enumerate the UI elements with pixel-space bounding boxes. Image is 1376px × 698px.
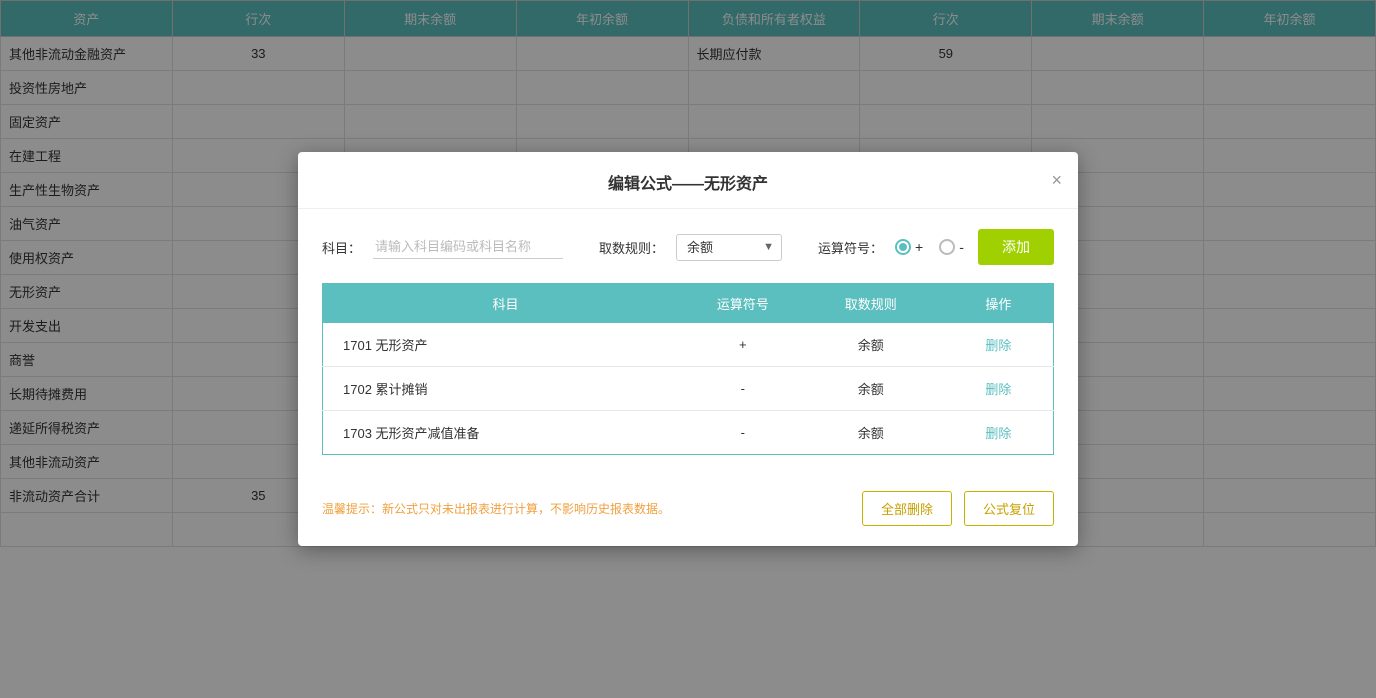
modal-overlay: 编辑公式——无形资产 × 科目： 取数规则： 余额借方发生额贷方发生额 ▼ 运算…	[0, 0, 1376, 698]
cell-operator: -	[688, 411, 798, 455]
cell-action: 删除	[944, 323, 1054, 367]
operator-plus-label: +	[915, 239, 923, 255]
table-row: 1702 累计摊销 - 余额 删除	[323, 367, 1054, 411]
modal: 编辑公式——无形资产 × 科目： 取数规则： 余额借方发生额贷方发生额 ▼ 运算…	[298, 152, 1078, 546]
rule-select[interactable]: 余额借方发生额贷方发生额	[676, 234, 782, 261]
modal-footer: 温馨提示：新公式只对未出报表进行计算，不影响历史报表数据。 全部删除 公式复位	[298, 475, 1078, 546]
cell-rule: 余额	[798, 367, 944, 411]
operator-minus-item[interactable]: -	[939, 239, 964, 255]
modal-body: 科目： 取数规则： 余额借方发生额贷方发生额 ▼ 运算符号： +	[298, 209, 1078, 475]
col-subject: 科目	[323, 284, 689, 324]
cell-action: 删除	[944, 367, 1054, 411]
cell-operator: -	[688, 367, 798, 411]
col-rule: 取数规则	[798, 284, 944, 324]
add-button[interactable]: 添加	[978, 229, 1054, 265]
col-action: 操作	[944, 284, 1054, 324]
cell-subject: 1702 累计摊销	[323, 367, 689, 411]
delete-link[interactable]: 删除	[985, 382, 1011, 397]
operator-minus-radio[interactable]	[939, 239, 955, 255]
modal-title: 编辑公式——无形资产	[608, 176, 768, 193]
table-row: 1701 无形资产 + 余额 删除	[323, 323, 1054, 367]
cell-operator: +	[688, 323, 798, 367]
delete-link[interactable]: 删除	[985, 426, 1011, 441]
cell-action: 删除	[944, 411, 1054, 455]
footer-tip: 温馨提示：新公式只对未出报表进行计算，不影响历史报表数据。	[322, 500, 670, 517]
subject-input[interactable]	[373, 235, 563, 259]
cell-rule: 余额	[798, 411, 944, 455]
operator-plus-radio[interactable]	[895, 239, 911, 255]
reset-formula-button[interactable]: 公式复位	[964, 491, 1054, 526]
rule-select-wrapper: 余额借方发生额贷方发生额 ▼	[676, 234, 782, 261]
rule-label: 取数规则：	[599, 238, 664, 257]
form-row: 科目： 取数规则： 余额借方发生额贷方发生额 ▼ 运算符号： +	[322, 229, 1054, 265]
table-row: 1703 无形资产减值准备 - 余额 删除	[323, 411, 1054, 455]
delete-link[interactable]: 删除	[985, 338, 1011, 353]
cell-subject: 1703 无形资产减值准备	[323, 411, 689, 455]
col-operator: 运算符号	[688, 284, 798, 324]
delete-all-button[interactable]: 全部删除	[862, 491, 952, 526]
modal-close-button[interactable]: ×	[1051, 171, 1062, 189]
subject-label: 科目：	[322, 238, 361, 257]
footer-actions: 全部删除 公式复位	[862, 491, 1054, 526]
modal-header: 编辑公式——无形资产 ×	[298, 152, 1078, 209]
operator-minus-label: -	[959, 239, 964, 255]
formula-table: 科目 运算符号 取数规则 操作 1701 无形资产 + 余额 删除 1702 累…	[322, 283, 1054, 455]
cell-subject: 1701 无形资产	[323, 323, 689, 367]
cell-rule: 余额	[798, 323, 944, 367]
operator-label: 运算符号：	[818, 238, 883, 257]
operator-plus-item[interactable]: +	[895, 239, 923, 255]
operator-radio-group: + -	[895, 239, 964, 255]
